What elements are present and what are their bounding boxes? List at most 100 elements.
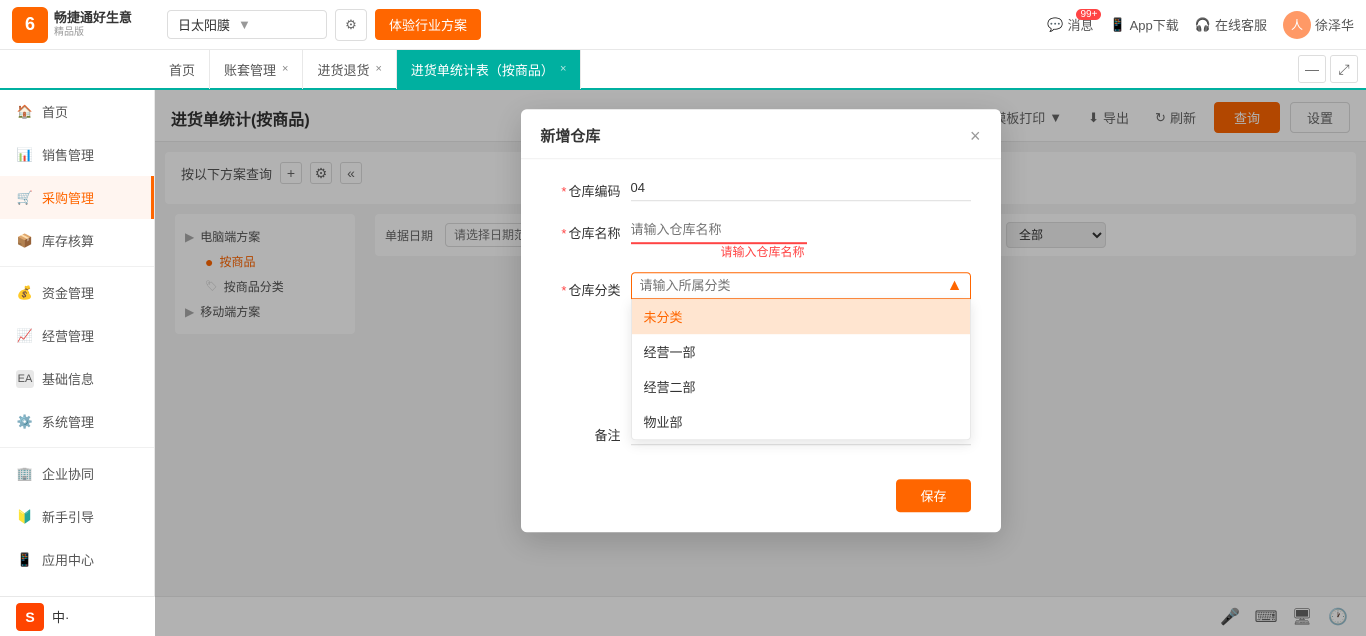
- sidebar-purchase-label: 采购管理: [42, 188, 94, 207]
- sidebar-item-finance[interactable]: 💰 资金管理: [0, 271, 154, 314]
- content-area: 进货单统计(按商品) 🖨 按模板打印 ▼ ⬇ 导出 ↻ 刷新 查询 设置: [155, 90, 1366, 636]
- modal-footer: 保存: [521, 471, 1001, 512]
- category-input-wrap: ▲ 未分类 经营一部 经营二部 物业部: [631, 272, 971, 299]
- dropdown-option-dept2[interactable]: 经营二部: [632, 369, 970, 404]
- sidebar-item-guide[interactable]: 🔰 新手引导: [0, 495, 154, 538]
- tab-home-label: 首页: [169, 60, 195, 79]
- sidebar-divider-1: [0, 266, 154, 267]
- app-icon: 📱: [1109, 17, 1125, 33]
- tab-account-close[interactable]: ×: [282, 63, 288, 75]
- sidebar-item-system[interactable]: ⚙️ 系统管理: [0, 400, 154, 443]
- avatar: 人: [1283, 11, 1311, 39]
- tab-purchase-return-label: 进货退货: [317, 60, 369, 79]
- home-icon: 🏠: [16, 103, 34, 121]
- online-service-button[interactable]: 🎧 在线客服: [1195, 15, 1267, 34]
- category-dropdown-arrow[interactable]: ▲: [947, 277, 963, 295]
- operations-icon: 📈: [16, 327, 34, 345]
- modal-close-button[interactable]: ×: [970, 127, 981, 145]
- guide-icon: 🔰: [16, 508, 34, 526]
- code-required-star: *: [561, 184, 566, 199]
- tab-purchase-stats[interactable]: 进货单统计表（按商品） ×: [397, 49, 581, 89]
- add-warehouse-modal: 新增仓库 × *仓库编码 *仓库名称: [521, 109, 1001, 532]
- modal-header: 新增仓库 ×: [521, 109, 1001, 159]
- tab-purchase-stats-close[interactable]: ×: [560, 63, 566, 75]
- sidebar-item-operations[interactable]: 📈 经营管理: [0, 314, 154, 357]
- enterprise-icon: 🏢: [16, 465, 34, 483]
- logo-icon: 6: [12, 7, 48, 43]
- warehouse-name-input[interactable]: [631, 217, 807, 244]
- name-input-wrap: 请输入仓库名称: [631, 217, 971, 244]
- messages-button[interactable]: 💬 消息 99+: [1047, 15, 1093, 34]
- modal-body: *仓库编码 *仓库名称 请输入仓库名称: [521, 159, 1001, 471]
- category-dropdown-input[interactable]: [631, 272, 971, 299]
- tab-purchase-return[interactable]: 进货退货 ×: [303, 49, 396, 89]
- logo-title: 畅捷通好生意: [54, 10, 132, 27]
- dropdown-option-none[interactable]: 未分类: [632, 299, 970, 334]
- app-download-label: App下载: [1130, 15, 1179, 34]
- category-dropdown-list: 未分类 经营一部 经营二部 物业部: [631, 299, 971, 440]
- settings-gear-button[interactable]: ⚙: [335, 9, 367, 41]
- sidebar-operations-label: 经营管理: [42, 326, 94, 345]
- apps-icon: 📱: [16, 551, 34, 569]
- logo-subtitle: 精品版: [54, 26, 132, 39]
- header-center: 日太阳膜 ▼ ⚙ 体验行业方案: [167, 9, 1047, 41]
- tab-bar: 首页 账套管理 × 进货退货 × 进货单统计表（按商品） × — ⤢: [0, 50, 1366, 90]
- category-required-star: *: [561, 283, 566, 298]
- save-button[interactable]: 保存: [896, 479, 970, 512]
- name-required-star: *: [561, 226, 566, 241]
- user-area[interactable]: 人 徐泽华: [1283, 11, 1354, 39]
- tab-home[interactable]: 首页: [155, 49, 210, 89]
- logo-text: 畅捷通好生意 精品版: [54, 10, 132, 40]
- sidebar-system-label: 系统管理: [42, 412, 94, 431]
- purchase-icon: 🛒: [16, 189, 34, 207]
- app-download-button[interactable]: 📱 App下载: [1109, 15, 1178, 34]
- tab-account[interactable]: 账套管理 ×: [210, 49, 303, 89]
- dropdown-option-property[interactable]: 物业部: [632, 404, 970, 439]
- system-icon: ⚙️: [16, 413, 34, 431]
- sidebar-home-label: 首页: [42, 102, 68, 121]
- tab-minimize-button[interactable]: —: [1298, 55, 1326, 83]
- sidebar-item-enterprise[interactable]: 🏢 企业协同: [0, 452, 154, 495]
- tab-purchase-return-close[interactable]: ×: [375, 63, 381, 75]
- inventory-icon: 📦: [16, 232, 34, 250]
- sidebar-guide-label: 新手引导: [42, 507, 94, 526]
- dropdown-option-dept1[interactable]: 经营一部: [632, 334, 970, 369]
- username: 徐泽华: [1315, 15, 1354, 34]
- sidebar-item-purchase[interactable]: 🛒 采购管理: [0, 176, 154, 219]
- code-label: *仓库编码: [551, 175, 631, 200]
- sidebar: 🏠 首页 📊 销售管理 🛒 采购管理 📦 库存核算 💰 资金管理 📈 经营管理 …: [0, 90, 155, 636]
- form-row-name: *仓库名称 请输入仓库名称: [551, 217, 971, 244]
- bottom-left: S 中·: [16, 603, 69, 631]
- sidebar-item-apps[interactable]: 📱 应用中心: [0, 538, 154, 581]
- sidebar-sales-label: 销售管理: [42, 145, 94, 164]
- modal-title: 新增仓库: [541, 125, 601, 146]
- top-header: 6 畅捷通好生意 精品版 日太阳膜 ▼ ⚙ 体验行业方案 💬 消息 99+ 📱 …: [0, 0, 1366, 50]
- tab-purchase-stats-label: 进货单统计表（按商品）: [411, 60, 554, 79]
- basic-info-icon: EA: [16, 370, 34, 388]
- tab-bar-right: — ⤢: [1298, 55, 1366, 83]
- sidebar-finance-label: 资金管理: [42, 283, 94, 302]
- message-badge: 99+: [1076, 9, 1101, 20]
- sidebar-item-inventory[interactable]: 📦 库存核算: [0, 219, 154, 262]
- finance-icon: 💰: [16, 284, 34, 302]
- message-icon: 💬: [1047, 17, 1063, 33]
- tab-maximize-button[interactable]: ⤢: [1330, 55, 1358, 83]
- name-label: *仓库名称: [551, 217, 631, 242]
- name-error-message: 请输入仓库名称: [721, 243, 805, 260]
- trial-button[interactable]: 体验行业方案: [375, 9, 481, 40]
- s-logo: S: [16, 603, 44, 631]
- sidebar-item-sales[interactable]: 📊 销售管理: [0, 133, 154, 176]
- language-label: 中·: [52, 607, 69, 626]
- sidebar-inventory-label: 库存核算: [42, 231, 94, 250]
- sidebar-divider-2: [0, 447, 154, 448]
- sidebar-item-home[interactable]: 🏠 首页: [0, 90, 154, 133]
- main-layout: 🏠 首页 📊 销售管理 🛒 采购管理 📦 库存核算 💰 资金管理 📈 经营管理 …: [0, 90, 1366, 636]
- form-row-code: *仓库编码: [551, 175, 971, 201]
- store-dropdown-arrow: ▼: [238, 17, 251, 32]
- warehouse-code-input[interactable]: [631, 175, 971, 201]
- store-select[interactable]: 日太阳膜 ▼: [167, 10, 327, 39]
- category-label: *仓库分类: [551, 272, 631, 299]
- sidebar-item-basic[interactable]: EA 基础信息: [0, 357, 154, 400]
- sales-icon: 📊: [16, 146, 34, 164]
- header-right: 💬 消息 99+ 📱 App下载 🎧 在线客服 人 徐泽华: [1047, 11, 1354, 39]
